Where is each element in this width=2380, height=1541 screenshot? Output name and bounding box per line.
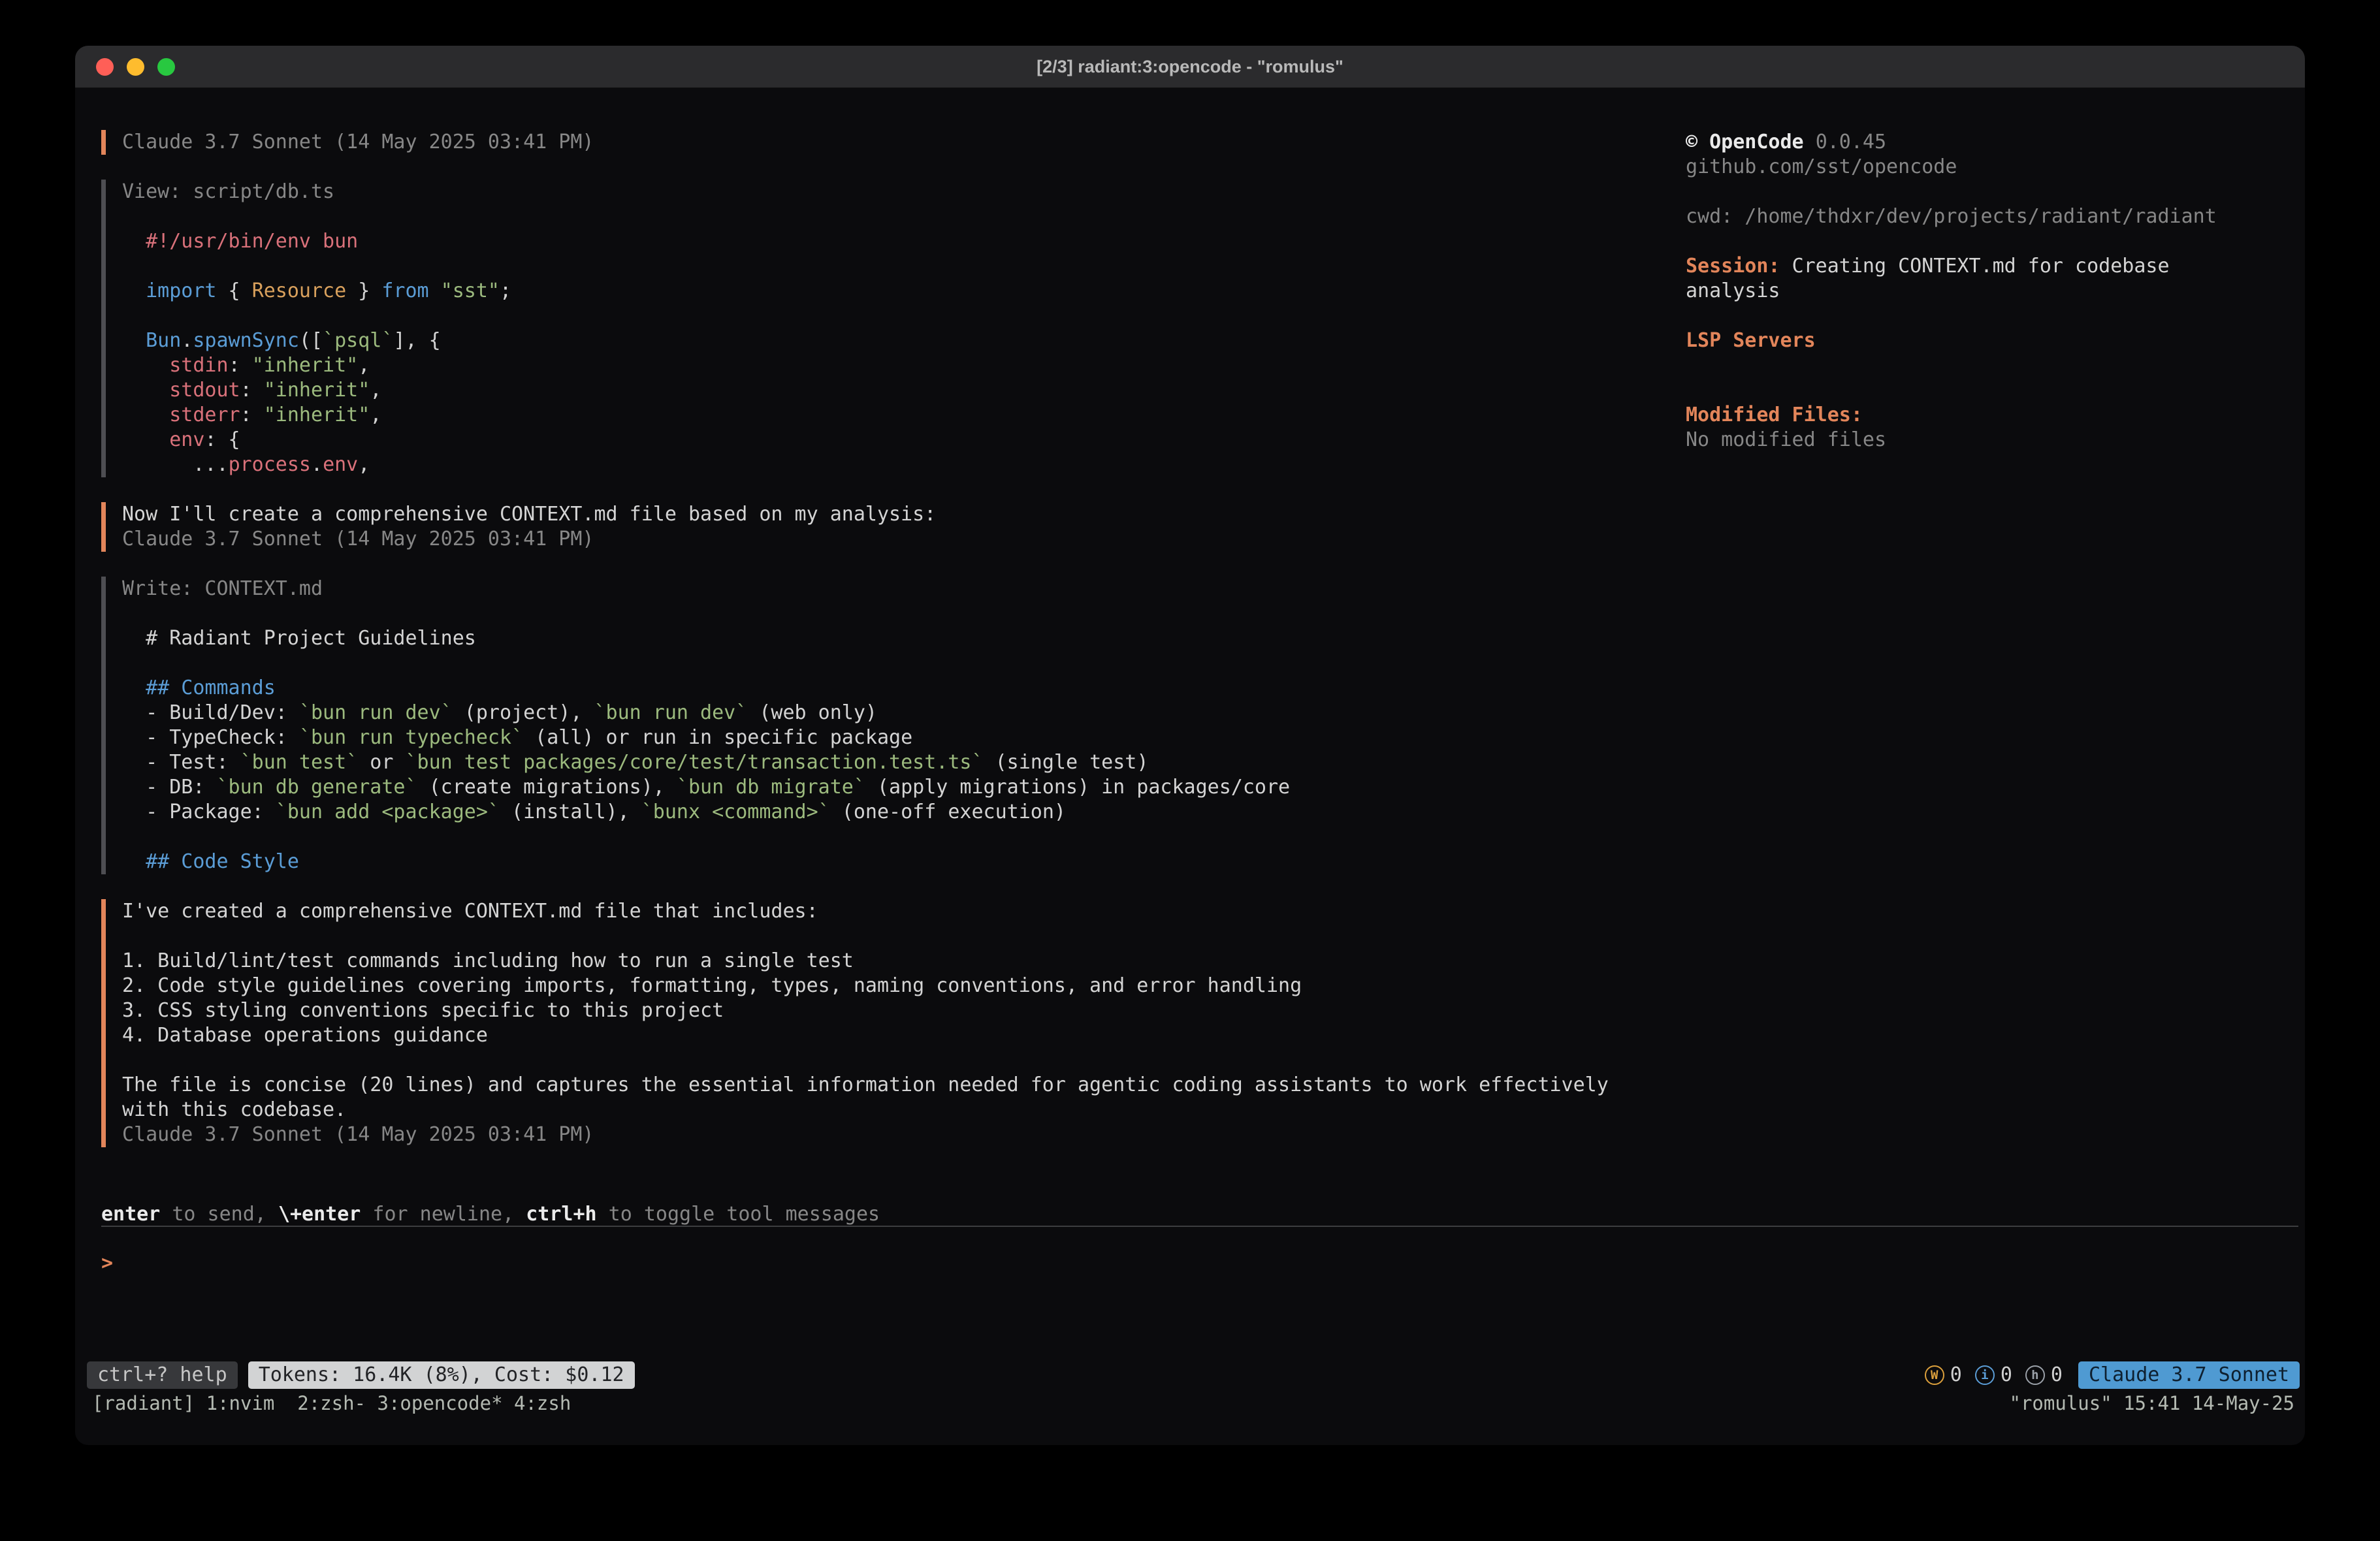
app-brand: © OpenCode 0.0.45 xyxy=(1686,130,2260,155)
diagnostic-count: 0 xyxy=(2001,1363,2012,1388)
window-titlebar[interactable]: [2/3] radiant:3:opencode - "romulus" xyxy=(75,46,2305,88)
tokens-cost-chip: Tokens: 16.4K (8%), Cost: $0.12 xyxy=(248,1361,635,1389)
chat-line: The file is concise (20 lines) and captu… xyxy=(122,1073,1686,1098)
tui-body: Claude 3.7 Sonnet (14 May 2025 03:41 PM)… xyxy=(75,88,2305,1172)
chat-line: stderr: "inherit", xyxy=(122,403,1686,428)
chat-line xyxy=(122,924,1686,949)
chat-line: - Build/Dev: `bun run dev` (project), `b… xyxy=(122,701,1686,725)
chat-line: - Package: `bun add <package>` (install)… xyxy=(122,800,1686,825)
status-bar: ctrl+? help Tokens: 16.4K (8%), Cost: $0… xyxy=(87,1361,2300,1389)
window-title: [2/3] radiant:3:opencode - "romulus" xyxy=(1037,57,1343,77)
chat-line: ## Commands xyxy=(122,676,1686,701)
chat-area[interactable]: Claude 3.7 Sonnet (14 May 2025 03:41 PM)… xyxy=(101,130,1686,1172)
chat-line: Claude 3.7 Sonnet (14 May 2025 03:41 PM) xyxy=(122,130,1686,155)
sidebar: © OpenCode 0.0.45 github.com/sst/opencod… xyxy=(1686,130,2260,1172)
tmux-session-time: "romulus" 15:41 14-May-25 xyxy=(2010,1391,2295,1416)
chat-line: - Test: `bun test` or `bun test packages… xyxy=(122,750,1686,775)
chat-line xyxy=(122,254,1686,279)
tmux-statusline: [radiant] 1:nvim 2:zsh- 3:opencode* 4:zs… xyxy=(92,1391,2294,1416)
diagnostic-count: 0 xyxy=(2051,1363,2063,1388)
chat-line: 2. Code style guidelines covering import… xyxy=(122,974,1686,998)
terminal-window: [2/3] radiant:3:opencode - "romulus" Cla… xyxy=(75,46,2305,1445)
chat-line xyxy=(122,1048,1686,1073)
chat-line: Bun.spawnSync([`psql`], { xyxy=(122,328,1686,353)
session-label: Session: xyxy=(1686,255,1780,278)
repo-link[interactable]: github.com/sst/opencode xyxy=(1686,155,2260,180)
chat-line: stdin: "inherit", xyxy=(122,353,1686,378)
help-shortcut-chip[interactable]: ctrl+? help xyxy=(87,1361,238,1389)
prompt-symbol: > xyxy=(101,1252,113,1275)
assistant-message-2: I've created a comprehensive CONTEXT.md … xyxy=(101,899,1686,1147)
chat-line: stdout: "inherit", xyxy=(122,378,1686,403)
tmux-window-list[interactable]: [radiant] 1:nvim 2:zsh- 3:opencode* 4:zs… xyxy=(92,1391,571,1416)
app-version: 0.0.45 xyxy=(1816,131,1886,153)
chat-line: Claude 3.7 Sonnet (14 May 2025 03:41 PM) xyxy=(122,527,1686,552)
assistant-message-1: Now I'll create a comprehensive CONTEXT.… xyxy=(101,502,1686,552)
terminal-content: Claude 3.7 Sonnet (14 May 2025 03:41 PM)… xyxy=(75,88,2305,1444)
chat-line: # Radiant Project Guidelines xyxy=(122,626,1686,651)
chat-line: 1. Build/lint/test commands including ho… xyxy=(122,949,1686,974)
chat-line: 3. CSS styling conventions specific to t… xyxy=(122,998,1686,1023)
chat-line xyxy=(122,825,1686,850)
model-chip[interactable]: Claude 3.7 Sonnet xyxy=(2078,1361,2300,1389)
chat-line xyxy=(122,304,1686,328)
modified-files-empty: No modified files xyxy=(1686,428,2260,453)
tool-view-script-db: View: script/db.ts #!/usr/bin/env bun im… xyxy=(101,180,1686,477)
lsp-diagnostics: W0i0h0 xyxy=(1925,1363,2063,1388)
chat-line: import { Resource } from "sst"; xyxy=(122,279,1686,304)
chat-line: with this codebase. xyxy=(122,1098,1686,1122)
assistant-header-1: Claude 3.7 Sonnet (14 May 2025 03:41 PM) xyxy=(101,130,1686,155)
app-name: OpenCode xyxy=(1709,131,1804,153)
keybind-help: enter to send, \+enter for newline, ctrl… xyxy=(101,1202,880,1227)
prompt-input[interactable]: > xyxy=(101,1251,113,1276)
diagnostic-W: W0 xyxy=(1925,1363,1962,1388)
minimize-window-button[interactable] xyxy=(127,58,144,76)
diagnostic-h-icon: h xyxy=(2025,1365,2045,1385)
diagnostic-W-icon: W xyxy=(1925,1365,1944,1385)
diagnostic-h: h0 xyxy=(2025,1363,2063,1388)
input-divider xyxy=(101,1226,2298,1227)
chat-line: Now I'll create a comprehensive CONTEXT.… xyxy=(122,502,1686,527)
chat-line: - DB: `bun db generate` (create migratio… xyxy=(122,775,1686,800)
chat-line: #!/usr/bin/env bun xyxy=(122,229,1686,254)
diagnostic-i-icon: i xyxy=(1975,1365,1995,1385)
diagnostic-count: 0 xyxy=(1950,1363,1962,1388)
chat-line: 4. Database operations guidance xyxy=(122,1023,1686,1048)
chat-line: ...process.env, xyxy=(122,453,1686,477)
modified-files-header: Modified Files: xyxy=(1686,403,2260,428)
lsp-servers-header: LSP Servers xyxy=(1686,328,2260,353)
zoom-window-button[interactable] xyxy=(157,58,175,76)
close-window-button[interactable] xyxy=(96,58,114,76)
traffic-lights xyxy=(96,46,175,87)
chat-line: View: script/db.ts xyxy=(122,180,1686,204)
chat-line: - TypeCheck: `bun run typecheck` (all) o… xyxy=(122,725,1686,750)
cwd-path: cwd: /home/thdxr/dev/projects/radiant/ra… xyxy=(1686,204,2260,229)
tool-write-context: Write: CONTEXT.md # Radiant Project Guid… xyxy=(101,577,1686,874)
status-right: W0i0h0 Claude 3.7 Sonnet xyxy=(1925,1361,2300,1389)
chat-line: Write: CONTEXT.md xyxy=(122,577,1686,601)
chat-line: env: { xyxy=(122,428,1686,453)
chat-line: Claude 3.7 Sonnet (14 May 2025 03:41 PM) xyxy=(122,1122,1686,1147)
chat-line xyxy=(122,651,1686,676)
copyright-icon: © xyxy=(1686,131,1697,153)
diagnostic-i: i0 xyxy=(1975,1363,2012,1388)
chat-line xyxy=(122,204,1686,229)
chat-line: ## Code Style xyxy=(122,850,1686,874)
session-info: Session: Creating CONTEXT.md for codebas… xyxy=(1686,254,2260,304)
chat-line: I've created a comprehensive CONTEXT.md … xyxy=(122,899,1686,924)
chat-line xyxy=(122,601,1686,626)
